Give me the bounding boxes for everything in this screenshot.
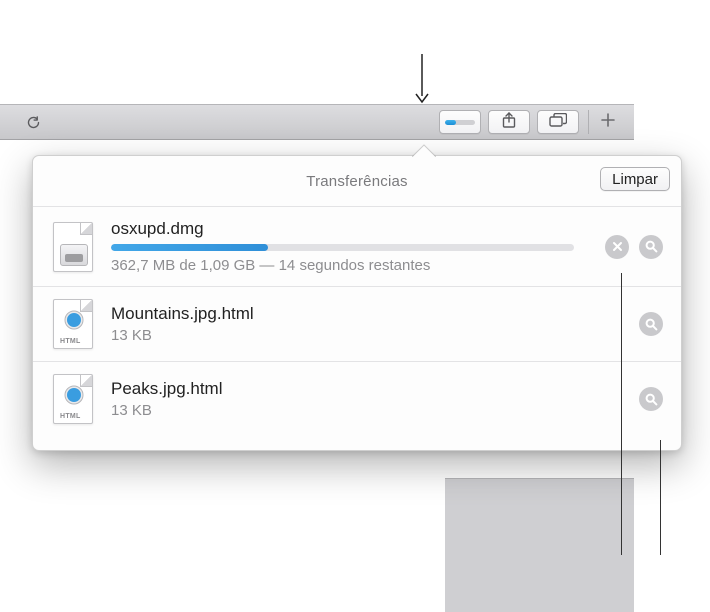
downloads-button[interactable] <box>439 110 481 134</box>
file-name: Peaks.jpg.html <box>111 379 629 399</box>
file-info: osxupd.dmg 362,7 MB de 1,09 GB — 14 segu… <box>111 219 595 274</box>
magnifier-icon <box>645 393 658 406</box>
close-icon <box>612 241 623 252</box>
download-item: HTML Mountains.jpg.html 13 KB <box>33 286 681 361</box>
window-chrome-fragment <box>445 478 634 612</box>
tabs-button[interactable] <box>537 110 579 134</box>
clear-button[interactable]: Limpar <box>600 167 670 191</box>
download-item: osxupd.dmg 362,7 MB de 1,09 GB — 14 segu… <box>33 206 681 286</box>
downloads-mini-progress <box>445 120 475 125</box>
file-meta: 362,7 MB de 1,09 GB — 14 segundos restan… <box>111 257 595 274</box>
new-tab-button[interactable] <box>588 110 626 134</box>
html-badge: HTML <box>60 338 81 345</box>
file-info: Peaks.jpg.html 13 KB <box>111 379 629 419</box>
download-progress-bar <box>111 244 574 251</box>
item-actions <box>639 387 663 411</box>
popover-header: Transferências Limpar <box>33 156 681 206</box>
file-name: Mountains.jpg.html <box>111 304 629 324</box>
magnifier-icon <box>645 318 658 331</box>
reload-button[interactable] <box>20 110 46 134</box>
reveal-in-finder-button[interactable] <box>639 235 663 259</box>
reveal-in-finder-button[interactable] <box>639 387 663 411</box>
file-meta: 13 KB <box>111 402 629 419</box>
file-name: osxupd.dmg <box>111 219 595 239</box>
disk-image-icon <box>60 244 88 266</box>
plus-icon <box>601 113 615 132</box>
share-icon <box>502 112 516 133</box>
item-actions <box>639 312 663 336</box>
download-item: HTML Peaks.jpg.html 13 KB <box>33 361 681 450</box>
toolbar-right-group <box>439 110 626 134</box>
safari-compass-icon <box>64 310 84 330</box>
popover-title: Transferências <box>306 173 407 190</box>
file-meta: 13 KB <box>111 327 629 344</box>
safari-compass-icon <box>64 385 84 405</box>
reveal-in-finder-button[interactable] <box>639 312 663 336</box>
downloads-mini-progress-fill <box>445 120 456 125</box>
html-badge: HTML <box>60 413 81 420</box>
downloads-popover: Transferências Limpar osxupd.dmg 362,7 M… <box>32 155 682 451</box>
stop-download-button[interactable] <box>605 235 629 259</box>
annotation-callout-line <box>621 273 622 555</box>
file-icon-html: HTML <box>53 374 93 424</box>
reload-icon <box>26 115 41 130</box>
item-actions <box>605 235 663 259</box>
magnifier-icon <box>645 240 658 253</box>
file-icon-html: HTML <box>53 299 93 349</box>
tabs-icon <box>549 113 567 132</box>
file-info: Mountains.jpg.html 13 KB <box>111 304 629 344</box>
file-icon-dmg <box>53 222 93 272</box>
browser-toolbar <box>0 104 634 140</box>
annotation-callout-line <box>660 440 661 555</box>
download-progress-fill <box>111 244 268 251</box>
annotation-arrow <box>414 54 430 104</box>
share-button[interactable] <box>488 110 530 134</box>
